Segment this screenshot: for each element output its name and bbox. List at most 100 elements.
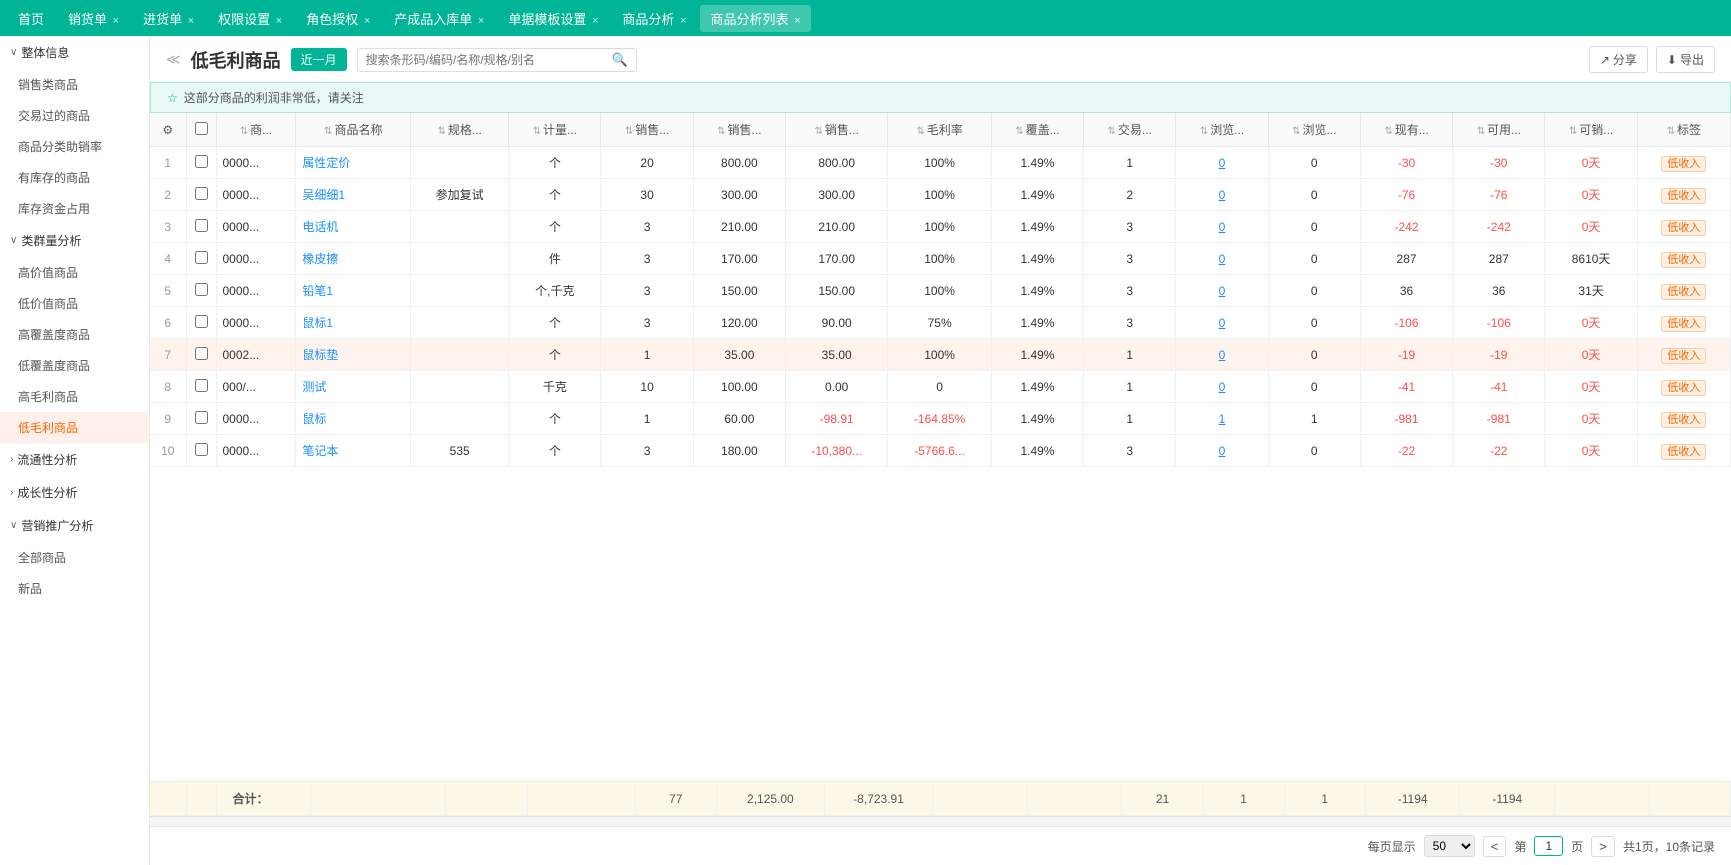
nav-templates[interactable]: 单据模板设置 × [498,5,608,32]
row-checkbox[interactable] [186,147,216,179]
row-view1[interactable]: 0 [1176,179,1268,211]
row-checkbox[interactable] [186,211,216,243]
search-input[interactable] [366,53,612,67]
share-button[interactable]: ↗ 分享 [1589,46,1648,73]
row-name[interactable]: 鼠标 [296,403,411,435]
sidebar-item-high-coverage[interactable]: 高覆盖度商品 [0,319,149,350]
row-view1[interactable]: 0 [1176,243,1268,275]
row-select-checkbox[interactable] [195,219,208,232]
row-view2: 0 [1268,371,1360,403]
filter-recent-month[interactable]: 近一月 [291,48,347,71]
col-checkbox[interactable] [186,113,216,147]
nav-sales[interactable]: 销货单 × [58,5,129,32]
row-available: 287 [1453,243,1545,275]
sidebar-item-high-value[interactable]: 高价值商品 [0,257,149,288]
row-select-checkbox[interactable] [195,283,208,296]
row-unit: 个 [509,403,601,435]
sidebar-group-growth[interactable]: › 成长性分析 [0,476,149,509]
row-name[interactable]: 吴细细1 [296,179,411,211]
nav-analysis-close[interactable]: × [680,15,686,27]
nav-analysis-list[interactable]: 商品分析列表 × [700,5,810,32]
row-checkbox[interactable] [186,371,216,403]
sidebar-group-overall[interactable]: ∨ 整体信息 [0,36,149,69]
row-checkbox[interactable] [186,275,216,307]
nav-analysis[interactable]: 商品分析 × [612,5,696,32]
nav-templates-close[interactable]: × [592,15,598,27]
sidebar-item-low-coverage[interactable]: 低覆盖度商品 [0,350,149,381]
sidebar-group-marketing[interactable]: ∨ 营销推广分析 [0,509,149,542]
nav-products-close[interactable]: × [478,15,484,27]
nav-analysis-list-close[interactable]: × [794,15,800,27]
row-name[interactable]: 笔记本 [296,435,411,467]
row-view1[interactable]: 1 [1176,403,1268,435]
nav-roles[interactable]: 角色授权 × [296,5,380,32]
per-page-select[interactable]: 50 100 200 [1424,835,1475,857]
row-checkbox[interactable] [186,435,216,467]
prev-page-btn[interactable]: < [1483,836,1507,857]
row-select-checkbox[interactable] [195,347,208,360]
nav-purchase-close[interactable]: × [188,15,194,27]
sidebar-group-cluster[interactable]: ∨ 类群量分析 [0,224,149,257]
sidebar-item-capital[interactable]: 库存资金占用 [0,193,149,224]
row-name[interactable]: 鼠标垫 [296,339,411,371]
sidebar-item-sales-goods[interactable]: 销售类商品 [0,69,149,100]
row-select-checkbox[interactable] [195,379,208,392]
horizontal-scrollbar[interactable] [150,816,1731,826]
col-settings[interactable]: ⚙ [150,113,186,147]
row-spec: 535 [411,435,509,467]
row-view2: 1 [1268,403,1360,435]
sidebar-item-new-goods[interactable]: 新品 [0,573,149,604]
nav-sales-close[interactable]: × [113,15,119,27]
nav-products[interactable]: 产成品入库单 × [384,5,494,32]
row-select-checkbox[interactable] [195,443,208,456]
row-name[interactable]: 橡皮擦 [296,243,411,275]
row-select-checkbox[interactable] [195,251,208,264]
row-select-checkbox[interactable] [195,411,208,424]
row-coverage: 1.49% [991,211,1083,243]
sidebar-item-in-stock[interactable]: 有库存的商品 [0,162,149,193]
search-icon[interactable]: 🔍 [611,52,627,68]
nav-roles-close[interactable]: × [364,15,370,27]
sidebar-item-category-rate[interactable]: 商品分类助销率 [0,131,149,162]
nav-permissions-close[interactable]: × [276,15,282,27]
row-name[interactable]: 测试 [296,371,411,403]
sidebar-item-high-margin[interactable]: 高毛利商品 [0,381,149,412]
sidebar-group-circulation[interactable]: › 流通性分析 [0,443,149,476]
row-name[interactable]: 铅笔1 [296,275,411,307]
row-view1[interactable]: 0 [1176,339,1268,371]
row-view1[interactable]: 0 [1176,275,1268,307]
row-checkbox[interactable] [186,403,216,435]
row-current-stock: 287 [1360,243,1452,275]
row-select-checkbox[interactable] [195,315,208,328]
row-name[interactable]: 鼠标1 [296,307,411,339]
row-view1[interactable]: 0 [1176,307,1268,339]
row-select-checkbox[interactable] [195,155,208,168]
row-sale-price: 60.00 [693,403,785,435]
row-view1[interactable]: 0 [1176,211,1268,243]
row-checkbox[interactable] [186,243,216,275]
sidebar-item-low-margin[interactable]: 低毛利商品 [0,412,149,443]
row-select-checkbox[interactable] [195,187,208,200]
row-checkbox[interactable] [186,307,216,339]
row-checkbox[interactable] [186,339,216,371]
sidebar-item-traded-goods[interactable]: 交易过的商品 [0,100,149,131]
sidebar-item-all-goods[interactable]: 全部商品 [0,542,149,573]
nav-permissions[interactable]: 权限设置 × [208,5,292,32]
pagination: 每页显示 50 100 200 < 第 1 页 > 共1页，10条记录 [150,826,1731,865]
row-view1[interactable]: 0 [1176,435,1268,467]
row-checkbox[interactable] [186,179,216,211]
row-name[interactable]: 电话机 [296,211,411,243]
nav-purchase[interactable]: 进货单 × [133,5,204,32]
col-saleable: ⇅可销... [1545,113,1637,147]
next-page-btn[interactable]: > [1591,836,1615,857]
sidebar-item-low-value[interactable]: 低价值商品 [0,288,149,319]
sidebar-collapse-btn[interactable]: ≪ [166,51,181,68]
total-available: -1194 [1460,782,1555,816]
nav-home[interactable]: 首页 [8,5,54,32]
row-view1[interactable]: 0 [1176,371,1268,403]
select-all-checkbox[interactable] [195,122,208,135]
row-name[interactable]: 属性定价 [296,147,411,179]
export-button[interactable]: ⬇ 导出 [1656,46,1715,73]
col-current-stock: ⇅现有... [1360,113,1452,147]
row-view1[interactable]: 0 [1176,147,1268,179]
